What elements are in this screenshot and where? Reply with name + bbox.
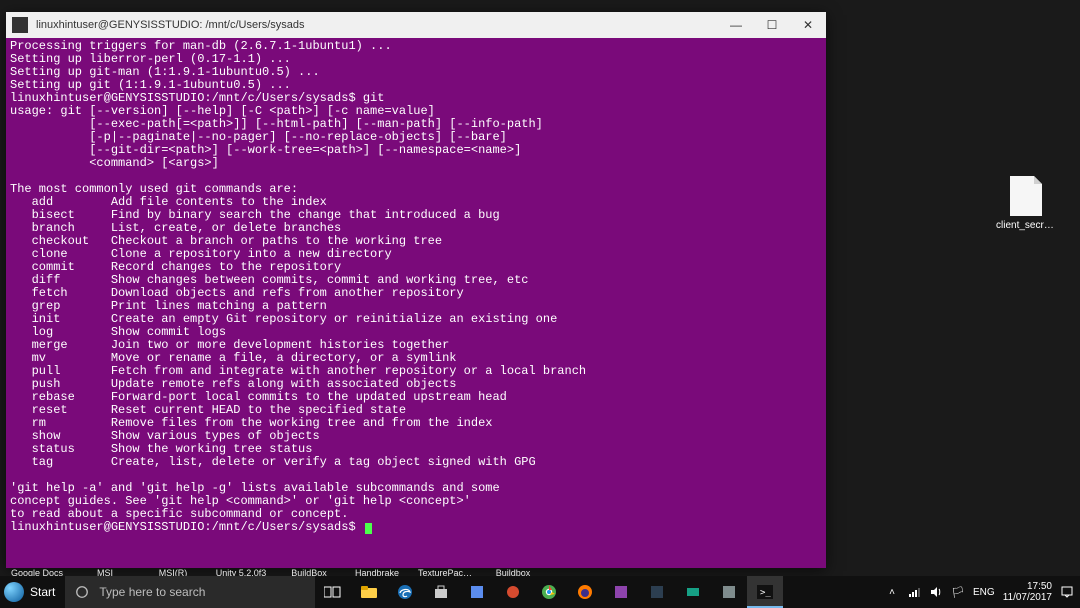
taskbar-app-generic-6[interactable] xyxy=(711,576,747,608)
taskbar-app-firefox[interactable] xyxy=(567,576,603,608)
titlebar[interactable]: linuxhintuser@GENYSISSTUDIO: /mnt/c/User… xyxy=(6,12,826,38)
taskbar-app-edge[interactable] xyxy=(387,576,423,608)
minimize-button[interactable]: — xyxy=(718,12,754,38)
tray-time: 17:50 xyxy=(1003,581,1052,592)
terminal-body[interactable]: Processing triggers for man-db (2.6.7.1-… xyxy=(6,38,826,568)
terminal-cursor xyxy=(365,523,372,534)
taskbar-app-chrome[interactable] xyxy=(531,576,567,608)
desktop-file-label: client_secre… xyxy=(996,220,1056,231)
tray-date: 11/07/2017 xyxy=(1003,592,1052,603)
system-tray: ˄ 🏳 ENG 17:50 11/07/2017 xyxy=(885,581,1080,603)
file-icon xyxy=(1010,176,1042,216)
cortana-icon xyxy=(75,585,89,599)
window-controls: — ☐ ✕ xyxy=(718,12,826,38)
maximize-button[interactable]: ☐ xyxy=(754,12,790,38)
start-label: Start xyxy=(30,585,55,599)
tray-flag-icon[interactable]: 🏳 xyxy=(951,585,965,599)
terminal-window: linuxhintuser@GENYSISSTUDIO: /mnt/c/User… xyxy=(6,12,826,568)
taskbar-app-generic-3[interactable] xyxy=(603,576,639,608)
window-title: linuxhintuser@GENYSISSTUDIO: /mnt/c/User… xyxy=(34,19,718,31)
taskbar-app-generic-1[interactable] xyxy=(459,576,495,608)
start-button[interactable]: Start xyxy=(0,576,65,608)
taskbar-app-generic-5[interactable] xyxy=(675,576,711,608)
search-placeholder: Type here to search xyxy=(99,585,205,599)
taskbar-app-store[interactable] xyxy=(423,576,459,608)
taskbar: Start Type here to search xyxy=(0,576,1080,608)
tray-language[interactable]: ENG xyxy=(973,587,995,598)
terminal-app-icon xyxy=(12,17,28,33)
tray-volume-icon[interactable] xyxy=(929,585,943,599)
terminal-prompt: linuxhintuser@GENYSISSTUDIO:/mnt/c/Users… xyxy=(10,520,363,534)
tray-network-icon[interactable] xyxy=(907,585,921,599)
desktop-file-client-secret[interactable]: client_secre… xyxy=(996,176,1056,231)
taskbar-app-terminal-active[interactable]: >_ xyxy=(747,576,783,608)
tray-clock[interactable]: 17:50 11/07/2017 xyxy=(1003,581,1052,603)
close-button[interactable]: ✕ xyxy=(790,12,826,38)
start-orb-icon xyxy=(4,582,24,602)
task-view-button[interactable] xyxy=(315,576,351,608)
search-input[interactable]: Type here to search xyxy=(65,576,315,608)
taskbar-apps: >_ xyxy=(315,576,783,608)
taskbar-app-explorer[interactable] xyxy=(351,576,387,608)
tray-overflow-button[interactable]: ˄ xyxy=(885,585,899,599)
tray-notifications-icon[interactable] xyxy=(1060,585,1074,599)
svg-text:>_: >_ xyxy=(760,588,771,598)
taskbar-app-generic-4[interactable] xyxy=(639,576,675,608)
taskbar-app-generic-2[interactable] xyxy=(495,576,531,608)
